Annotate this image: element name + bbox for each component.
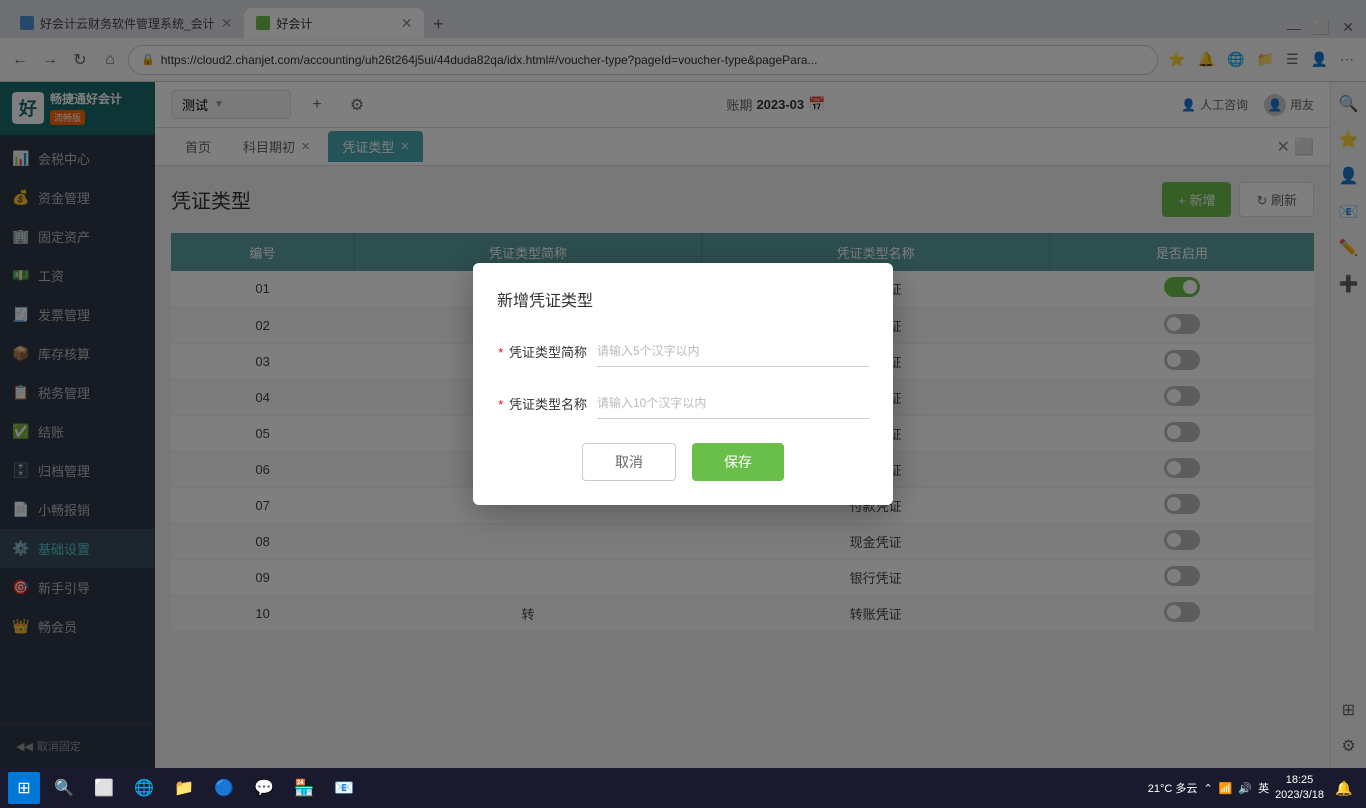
taskbar-chrome[interactable]: 🔵 bbox=[208, 772, 240, 804]
notification-btn[interactable]: 🔔 bbox=[1330, 774, 1358, 802]
start-button[interactable]: ⊞ bbox=[8, 772, 40, 804]
taskbar-taskview[interactable]: ⬜ bbox=[88, 772, 120, 804]
abbr-required-mark: * bbox=[498, 345, 503, 360]
modal-title: 新增凭证类型 bbox=[497, 287, 869, 311]
name-label: * 凭证类型名称 bbox=[497, 394, 597, 413]
taskbar-store[interactable]: 🏪 bbox=[288, 772, 320, 804]
time-display: 18:25 bbox=[1286, 773, 1314, 788]
taskbar-time[interactable]: 18:25 2023/3/18 bbox=[1275, 773, 1324, 804]
systray-locale: 英 bbox=[1258, 780, 1269, 796]
taskbar-search[interactable]: 🔍 bbox=[48, 772, 80, 804]
modal-overlay[interactable]: 新增凭证类型 * 凭证类型简称 * 凭证类型名称 取消 保存 bbox=[0, 0, 1366, 768]
name-required-mark: * bbox=[498, 397, 503, 412]
modal-actions: 取消 保存 bbox=[497, 443, 869, 481]
taskbar: ⊞ 🔍 ⬜ 🌐 📁 🔵 💬 🏪 📧 21°C 多云 ⌃ 📶 🔊 英 18:25 … bbox=[0, 768, 1366, 808]
taskbar-edge[interactable]: 🌐 bbox=[128, 772, 160, 804]
modal-dialog: 新增凭证类型 * 凭证类型简称 * 凭证类型名称 取消 保存 bbox=[473, 263, 893, 505]
systray: 21°C 多云 ⌃ 📶 🔊 英 18:25 2023/3/18 🔔 bbox=[1148, 773, 1358, 804]
date-display: 2023/3/18 bbox=[1275, 788, 1324, 803]
name-input[interactable] bbox=[597, 387, 869, 419]
cancel-button[interactable]: 取消 bbox=[582, 443, 676, 481]
systray-weather: 21°C 多云 bbox=[1148, 780, 1198, 796]
systray-wifi: 📶 bbox=[1219, 782, 1233, 795]
taskbar-app5[interactable]: 📧 bbox=[328, 772, 360, 804]
taskbar-wechat[interactable]: 💬 bbox=[248, 772, 280, 804]
abbr-label: * 凭证类型简称 bbox=[497, 342, 597, 361]
name-field: * 凭证类型名称 bbox=[497, 387, 869, 419]
systray-up-arrow[interactable]: ⌃ bbox=[1203, 782, 1212, 795]
save-button[interactable]: 保存 bbox=[692, 443, 784, 481]
taskbar-explorer[interactable]: 📁 bbox=[168, 772, 200, 804]
abbr-field: * 凭证类型简称 bbox=[497, 335, 869, 367]
systray-volume: 🔊 bbox=[1238, 782, 1252, 795]
abbr-input[interactable] bbox=[597, 335, 869, 367]
